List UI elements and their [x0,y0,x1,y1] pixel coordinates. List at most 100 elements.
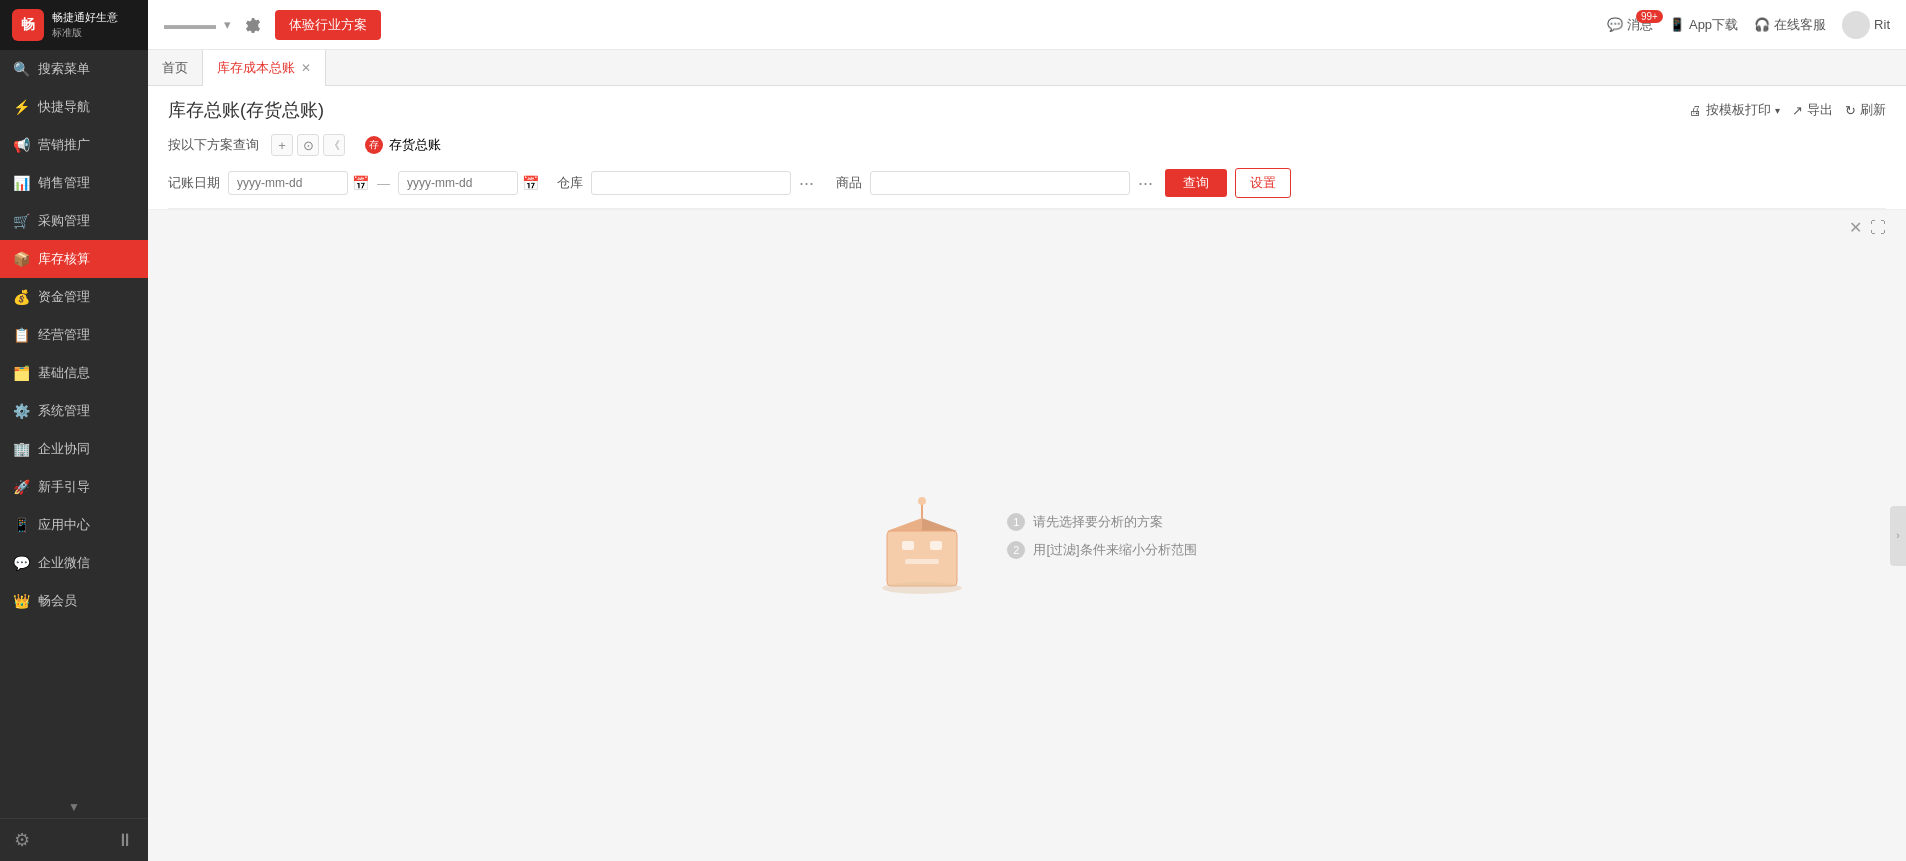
tab-close-icon[interactable]: ✕ [301,61,311,75]
message-icon: 💬 [1607,17,1623,32]
date-start-input[interactable] [228,171,348,195]
topbar-left: ▬▬▬▬ ▾ 体验行业方案 [164,10,1597,40]
sidebar-item-basic[interactable]: 🗂️ 基础信息 [0,354,148,392]
warehouse-more-icon[interactable]: ··· [795,173,818,194]
warehouse-label: 仓库 [557,174,583,192]
sidebar-item-corp[interactable]: 🏢 企业协同 [0,430,148,468]
sidebar-item-inventory[interactable]: 📦 库存核算 [0,240,148,278]
chevron-down-icon: ▾ [224,17,231,32]
settings-button[interactable]: 设置 [1235,168,1291,198]
topbar-settings-icon[interactable] [239,11,267,39]
svg-rect-2 [902,541,914,550]
sidebar-item-label: 销售管理 [38,174,90,192]
sidebar-item-sales[interactable]: 📊 销售管理 [0,164,148,202]
sidebar-item-wechat[interactable]: 💬 企业微信 [0,544,148,582]
refresh-icon: ↻ [1845,103,1856,118]
scheme-label: 存货总账 [389,136,441,154]
sidebar-item-label: 新手引导 [38,478,90,496]
step-2-circle: 2 [1007,541,1025,559]
sidebar-item-purchase[interactable]: 🛒 采购管理 [0,202,148,240]
app-download-button[interactable]: 📱 App下载 [1669,16,1738,34]
filter-collapse-button[interactable]: 《 [323,134,345,156]
sidebar-item-guide[interactable]: 🚀 新手引导 [0,468,148,506]
calendar-end-icon[interactable]: 📅 [522,175,539,191]
apps-icon: 📱 [12,516,30,534]
member-icon: 👑 [12,592,30,610]
sidebar-item-shortcut[interactable]: ⚡ 快捷导航 [0,88,148,126]
topbar-right: 💬 消息 99+ 📱 App下载 🎧 在线客服 Rit [1607,11,1890,39]
tab-home[interactable]: 首页 [148,50,203,86]
empty-svg [857,476,987,606]
filter-area: 按以下方案查询 + ⊙ 《 存 存货总账 记账日期 📅 — [168,132,1886,209]
tab-home-label: 首页 [162,59,188,77]
sidebar-item-label: 快捷导航 [38,98,90,116]
message-badge: 99+ [1636,10,1663,23]
sidebar-item-member[interactable]: 👑 畅会员 [0,582,148,620]
sidebar-item-system[interactable]: ⚙️ 系统管理 [0,392,148,430]
scheme-icon: 存 [365,136,383,154]
page-header: 库存总账(存货总账) 🖨 按模板打印 ▾ ↗ 导出 ↻ 刷新 [148,86,1906,210]
tab-inventory-cost[interactable]: 库存成本总账 ✕ [203,50,326,86]
main-content: ▬▬▬▬ ▾ 体验行业方案 💬 消息 99+ 📱 App下载 🎧 在线客服 [148,0,1906,861]
audio-footer-icon[interactable]: ⏸ [116,830,134,851]
empty-illustration [857,476,977,596]
settings-footer-icon[interactable]: ⚙ [14,829,30,851]
online-service-button[interactable]: 🎧 在线客服 [1754,16,1826,34]
user-name: Rit [1874,17,1890,32]
filter-scheme-item[interactable]: 存 存货总账 [357,132,449,158]
filter-row: 按以下方案查询 + ⊙ 《 存 存货总账 [168,132,1886,158]
sidebar-item-label: 库存核算 [38,250,90,268]
topbar-dropdown-button[interactable]: ▾ [224,17,231,32]
sidebar-item-search[interactable]: 🔍 搜索菜单 [0,50,148,88]
product-input[interactable] [870,171,1130,195]
user-menu[interactable]: Rit [1842,11,1890,39]
print-icon: 🖨 [1689,103,1702,118]
search-icon: 🔍 [12,60,30,78]
sidebar-footer: ⚙ ⏸ [0,818,148,861]
empty-hint-1-text: 请先选择要分析的方案 [1033,513,1163,531]
refresh-label: 刷新 [1860,101,1886,119]
product-more-icon[interactable]: ··· [1134,173,1157,194]
print-button[interactable]: 🖨 按模板打印 ▾ [1689,101,1780,119]
wechat-icon: 💬 [12,554,30,572]
date-end-group: 📅 [398,171,539,195]
sidebar-item-label: 畅会员 [38,592,77,610]
svg-point-7 [882,582,962,594]
industry-solution-button[interactable]: 体验行业方案 [275,10,381,40]
breadcrumb: ▬▬▬▬ [164,17,216,32]
sidebar-item-label: 基础信息 [38,364,90,382]
empty-hint-2-text: 用[过滤]条件来缩小分析范围 [1033,541,1196,559]
calendar-start-icon[interactable]: 📅 [352,175,369,191]
headset-icon: 🎧 [1754,17,1770,32]
query-button[interactable]: 查询 [1165,169,1227,197]
breadcrumb-current: ▬▬▬▬ [164,17,216,32]
page-title: 库存总账(存货总账) [168,98,324,122]
filter-add-button[interactable]: + [271,134,293,156]
messages-button[interactable]: 💬 消息 99+ [1607,16,1653,34]
sidebar-item-apps[interactable]: 📱 应用中心 [0,506,148,544]
refresh-button[interactable]: ↻ 刷新 [1845,101,1886,119]
svg-point-6 [918,497,926,505]
export-button[interactable]: ↗ 导出 [1792,101,1833,119]
date-end-input[interactable] [398,171,518,195]
sidebar-item-operation[interactable]: 📋 经营管理 [0,316,148,354]
right-panel-toggle[interactable]: › [1890,506,1906,566]
filter-settings-button[interactable]: ⊙ [297,134,319,156]
sidebar-item-marketing[interactable]: 📢 营销推广 [0,126,148,164]
warehouse-input[interactable] [591,171,791,195]
toggle-icon: › [1896,530,1899,541]
basic-icon: 🗂️ [12,364,30,382]
marketing-icon: 📢 [12,136,30,154]
purchase-icon: 🛒 [12,212,30,230]
tabbar: 首页 库存成本总账 ✕ [148,50,1906,86]
step-1-circle: 1 [1007,513,1025,531]
shortcut-icon: ⚡ [12,98,30,116]
guide-icon: 🚀 [12,478,30,496]
filter-inputs-row: 记账日期 📅 — 📅 仓库 ··· 商品 ··· [168,168,1886,198]
empty-hint-2: 2 用[过滤]条件来缩小分析范围 [1007,541,1196,559]
sidebar-item-finance[interactable]: 💰 资金管理 [0,278,148,316]
warehouse-input-group: ··· [591,171,818,195]
sidebar-scroll-down[interactable]: ▼ [0,796,148,818]
chevron-down-icon: ▼ [68,800,80,814]
avatar [1842,11,1870,39]
